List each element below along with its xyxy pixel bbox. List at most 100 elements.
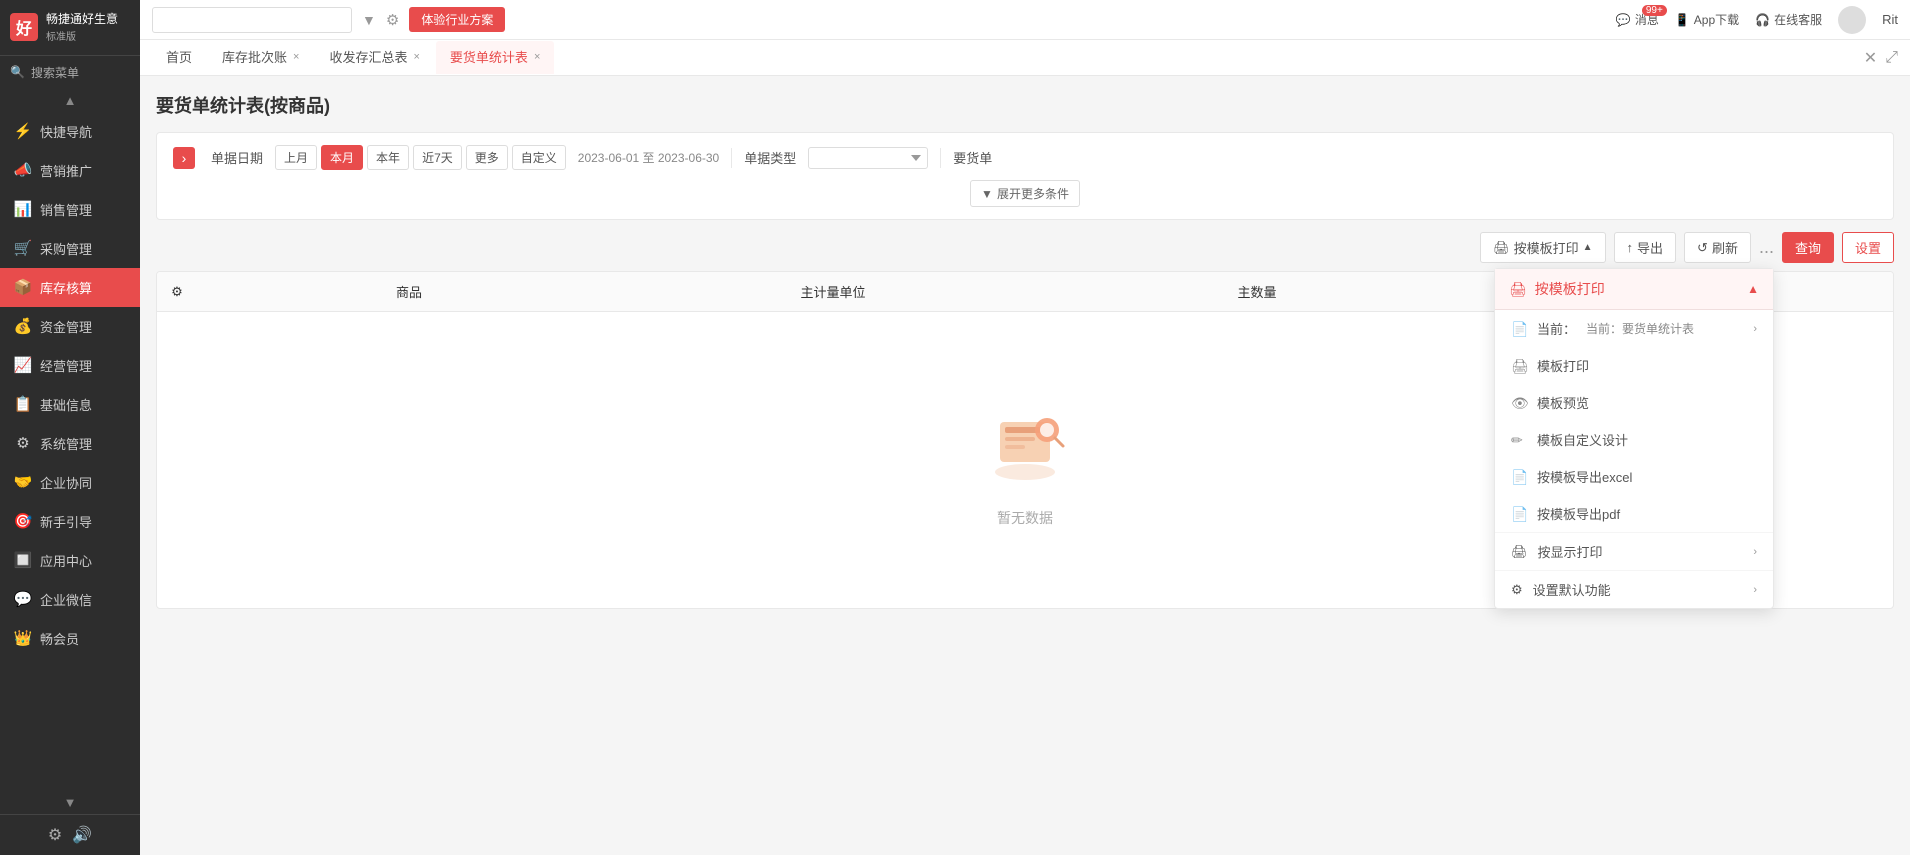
inventory-icon: 📦 [14,278,32,296]
filter-expand-label: 展开更多条件 [997,185,1069,202]
expand-tabs-btn[interactable]: ⤢ [1885,48,1898,68]
date-btn-this-month[interactable]: 本月 [321,145,363,170]
export-btn-label: 导出 [1637,238,1663,257]
operations-icon: 📈 [14,356,32,374]
sidebar-item-purchase[interactable]: 🛒 采购管理 [0,229,140,268]
sidebar-item-wechat[interactable]: 💬 企业微信 [0,580,140,619]
sidebar-item-sales[interactable]: 📊 销售管理 [0,190,140,229]
print-popup-item-export-pdf[interactable]: 📄 按模板导出pdf [1495,495,1773,532]
tab-summary-close[interactable]: × [413,51,419,63]
template-design-label: 模板自定义设计 [1537,430,1628,449]
app-download-btn[interactable]: 📱 App下载 [1675,11,1739,28]
print-dropdown-arrow: ▲ [1583,242,1593,253]
tab-batch-label: 库存批次账 [222,47,287,66]
online-service-icon: 🎧 [1755,13,1770,27]
filter-type-label: 单据类型 [744,148,796,167]
sidebar-item-finance[interactable]: 💰 资金管理 [0,307,140,346]
speaker-bottom-icon[interactable]: 🔊 [72,825,92,845]
tab-summary-label: 收发存汇总表 [329,47,407,66]
default-func-label: 设置默认功能 [1533,580,1611,599]
tab-batch[interactable]: 库存批次账 × [208,41,313,74]
sidebar-item-label: 畅会员 [40,629,79,648]
sidebar-item-guide[interactable]: 🎯 新手引导 [0,502,140,541]
filter-expand-btn[interactable]: ▼ 展开更多条件 [970,180,1080,207]
filter-date-label: 单据日期 [211,148,263,167]
export-icon: ↑ [1627,240,1634,255]
messages-badge: 99+ [1642,5,1667,16]
display-print-chevron: › [1753,546,1757,558]
page-title: 要货单统计表(按商品) [156,92,1894,118]
current-chevron-icon: › [1753,323,1757,335]
template-preview-icon: 👁 [1511,395,1527,411]
filter-toggle-btn[interactable]: › [173,147,195,169]
empty-state-illustration [975,392,1075,492]
tab-batch-close[interactable]: × [293,51,299,63]
th-settings[interactable]: ⚙ [157,274,197,310]
sidebar-scroll-up[interactable]: ▲ [0,89,140,112]
print-popup-item-template-print[interactable]: 🖨 模板打印 [1495,347,1773,384]
sidebar-item-collab[interactable]: 🤝 企业协同 [0,463,140,502]
printer-icon: 🖨 [1493,240,1510,256]
refresh-icon: ↺ [1697,240,1708,256]
sales-icon: 📊 [14,200,32,218]
date-btn-this-year[interactable]: 本年 [367,145,409,170]
print-popup-section-display-print[interactable]: 🖨 按显示打印 › [1495,532,1773,570]
sidebar-item-inventory[interactable]: 📦 库存核算 [0,268,140,307]
query-btn[interactable]: 查询 [1782,232,1834,263]
sidebar-item-operations[interactable]: 📈 经营管理 [0,346,140,385]
print-btn[interactable]: 🖨 按模板打印 ▲ [1480,232,1605,263]
print-popup-current[interactable]: 📄 当前： 当前：要货单统计表 › [1495,310,1773,347]
date-btn-prev-month[interactable]: 上月 [275,145,317,170]
sidebar-scroll-down[interactable]: ▼ [0,791,140,814]
sidebar-item-appstore[interactable]: 🔲 应用中心 [0,541,140,580]
messages-icon: 💬 [1616,13,1631,27]
print-popup-item-template-design[interactable]: ✏ 模板自定义设计 [1495,421,1773,458]
export-btn[interactable]: ↑ 导出 [1614,232,1677,263]
sidebar-item-member[interactable]: 👑 畅会员 [0,619,140,658]
topbar-search-input[interactable] [152,7,352,33]
sidebar-item-basic[interactable]: 📋 基础信息 [0,385,140,424]
filter-divider-2 [940,148,941,168]
search-icon: 🔍 [10,65,25,79]
date-btn-custom[interactable]: 自定义 [512,145,566,170]
user-name: Rit [1882,12,1898,27]
logo-icon: 好 [10,13,38,41]
online-service-label: 在线客服 [1774,11,1822,28]
settings-bottom-icon[interactable]: ⚙ [48,825,62,845]
default-func-left: ⚙ 设置默认功能 [1511,580,1611,599]
filter-type-select[interactable] [808,147,928,169]
tab-order-stats[interactable]: 要货单统计表 × [436,41,554,74]
sidebar-search[interactable]: 🔍 搜索菜单 [0,56,140,89]
template-preview-label: 模板预览 [1537,393,1589,412]
print-popup-section-default-func[interactable]: ⚙ 设置默认功能 › [1495,570,1773,608]
print-popup-close-arrow[interactable]: ▲ [1747,282,1759,296]
tab-summary[interactable]: 收发存汇总表 × [315,41,433,74]
date-btn-more[interactable]: 更多 [466,145,508,170]
template-print-label: 模板打印 [1537,356,1589,375]
print-popup-current-value: 当前：要货单统计表 [1586,320,1694,337]
th-unit: 主计量单位 [621,272,1045,311]
topbar-dropdown-icon[interactable]: ▼ [362,12,376,28]
sidebar-item-marketing[interactable]: 📣 营销推广 [0,151,140,190]
trial-btn[interactable]: 体验行业方案 [409,7,505,32]
tab-order-stats-close[interactable]: × [534,51,540,63]
close-all-tabs-btn[interactable]: ✕ [1864,48,1877,68]
tab-home[interactable]: 首页 [152,41,206,74]
user-avatar[interactable] [1838,6,1866,34]
filter-category-label: 要货单 [953,148,992,167]
messages-btn[interactable]: 💬 消息 99+ [1616,11,1659,28]
online-service-btn[interactable]: 🎧 在线客服 [1755,11,1822,28]
refresh-btn[interactable]: ↺ 刷新 [1684,232,1751,263]
date-btn-7days[interactable]: 近7天 [413,145,462,170]
sidebar: 好 畅捷通好生意 标准版 🔍 搜索菜单 ▲ ⚡ 快捷导航 📣 营销推广 📊 销售… [0,0,140,855]
print-popup-item-export-excel[interactable]: 📄 按模板导出excel [1495,458,1773,495]
sidebar-item-system[interactable]: ⚙ 系统管理 [0,424,140,463]
filter-date-buttons: 上月 本月 本年 近7天 更多 自定义 [275,145,566,170]
settings-btn[interactable]: 设置 [1842,232,1894,263]
more-options-icon[interactable]: ... [1759,237,1774,258]
topbar-settings-icon[interactable]: ⚙ [386,11,399,29]
sidebar-item-quick-nav[interactable]: ⚡ 快捷导航 [0,112,140,151]
print-popup-item-template-preview[interactable]: 👁 模板预览 [1495,384,1773,421]
sidebar-item-label: 系统管理 [40,434,92,453]
system-icon: ⚙ [14,434,32,452]
